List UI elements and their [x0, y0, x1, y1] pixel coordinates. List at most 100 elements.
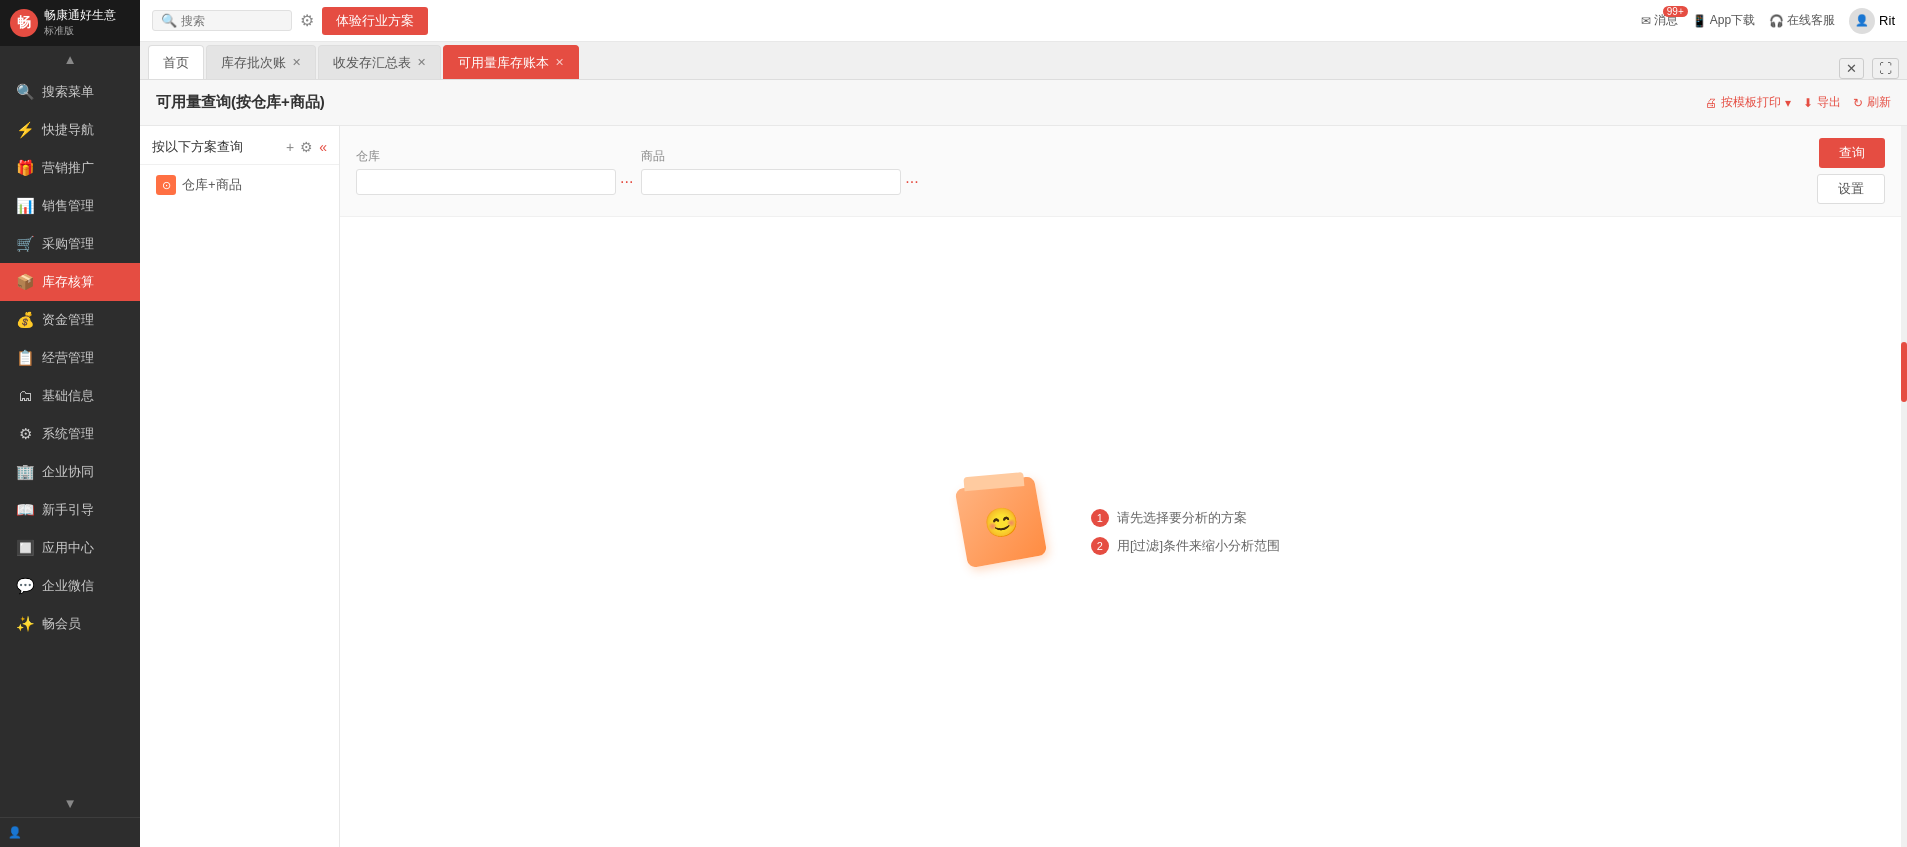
hint-item-1: 1 请先选择要分析的方案	[1091, 509, 1280, 527]
sidebar: 畅 畅康通好生意 标准版 ▲ 🔍 搜索菜单 ⚡ 快捷导航 🎁 营销推广 📊 销售…	[0, 0, 140, 847]
sidebar-item-operations[interactable]: 📋 经营管理	[0, 339, 140, 377]
print-icon: 🖨	[1705, 96, 1717, 110]
tab-summary-close[interactable]: ✕	[417, 56, 426, 69]
sidebar-footer-user: 👤	[8, 826, 22, 839]
refresh-btn[interactable]: ↻ 刷新	[1853, 94, 1891, 111]
goods-more-btn[interactable]: ···	[905, 173, 918, 191]
filter-collapse-btn[interactable]: «	[319, 139, 327, 155]
system-icon: ⚙	[16, 425, 34, 443]
empty-hints: 1 请先选择要分析的方案 2 用[过滤]条件来缩小分析范围	[1091, 509, 1280, 555]
headset-icon: 🎧	[1769, 14, 1784, 28]
tab-close-all-btn[interactable]: ✕	[1839, 58, 1864, 79]
filter-item-warehouse-goods[interactable]: ⊙ 仓库+商品	[140, 165, 339, 205]
tabbar-right: ✕ ⛶	[581, 58, 1907, 79]
tab-available[interactable]: 可用量库存账本 ✕	[443, 45, 579, 79]
warehouse-input[interactable]	[356, 169, 616, 195]
page-title: 可用量查询(按仓库+商品)	[156, 93, 325, 112]
phone-icon: 📱	[1692, 14, 1707, 28]
box-face-icon: 😊	[981, 503, 1021, 542]
refresh-icon: ↻	[1853, 96, 1863, 110]
filter-panel-title: 按以下方案查询	[152, 138, 243, 156]
tabbar: 首页 库存批次账 ✕ 收发存汇总表 ✕ 可用量库存账本 ✕ ✕ ⛶	[140, 42, 1907, 80]
topbar-search-icon: 🔍	[161, 13, 177, 28]
topbar-search-box[interactable]: 🔍	[152, 10, 292, 31]
search-bar: 仓库 ··· 商品 ··· 查询	[340, 126, 1901, 217]
main-area: 🔍 ⚙ 体验行业方案 ✉ 消息 99+ 📱 App下载 🎧 在线客服 👤 Rit	[140, 0, 1907, 847]
filter-settings-btn[interactable]: ⚙	[300, 139, 313, 155]
main-content: 仓库 ··· 商品 ··· 查询	[340, 126, 1901, 847]
sidebar-item-member[interactable]: ✨ 畅会员	[0, 605, 140, 643]
topbar-search-input[interactable]	[181, 14, 281, 28]
tab-summary[interactable]: 收发存汇总表 ✕	[318, 45, 441, 79]
sidebar-item-finance[interactable]: 💰 资金管理	[0, 301, 140, 339]
sidebar-item-newbie[interactable]: 📖 新手引导	[0, 491, 140, 529]
page-header: 可用量查询(按仓库+商品) 🖨 按模板打印 ▾ ⬇ 导出 ↻ 刷新	[140, 80, 1907, 126]
hint-text-1: 请先选择要分析的方案	[1117, 509, 1247, 527]
message-btn[interactable]: ✉ 消息 99+	[1641, 12, 1678, 29]
sidebar-footer: 👤	[0, 817, 140, 847]
tab-available-close[interactable]: ✕	[555, 56, 564, 69]
app-download-btn[interactable]: 📱 App下载	[1692, 12, 1755, 29]
print-template-btn[interactable]: 🖨 按模板打印 ▾	[1705, 94, 1791, 111]
query-btn[interactable]: 查询	[1819, 138, 1885, 168]
tab-batch-close[interactable]: ✕	[292, 56, 301, 69]
sidebar-item-enterprise[interactable]: 🏢 企业协同	[0, 453, 140, 491]
member-icon: ✨	[16, 615, 34, 633]
app-title: 畅康通好生意	[44, 8, 116, 24]
sidebar-scroll-down[interactable]: ▼	[0, 790, 140, 817]
user-name: Rit	[1879, 13, 1895, 28]
content-area: 按以下方案查询 + ⚙ « ⊙ 仓库+商品 仓库	[140, 126, 1907, 847]
message-badge: 99+	[1663, 6, 1688, 17]
app-logo: 畅	[10, 9, 38, 37]
finance-icon: 💰	[16, 311, 34, 329]
warehouse-more-btn[interactable]: ···	[620, 173, 633, 191]
goods-label: 商品	[641, 148, 918, 165]
filter-panel-actions: + ⚙ «	[286, 139, 327, 155]
tab-home[interactable]: 首页	[148, 45, 204, 79]
sidebar-item-marketing[interactable]: 🎁 营销推广	[0, 149, 140, 187]
warehouse-field: 仓库 ···	[356, 148, 633, 195]
sidebar-item-search[interactable]: 🔍 搜索菜单	[0, 73, 140, 111]
marketing-icon: 🎁	[16, 159, 34, 177]
app-subtitle: 标准版	[44, 24, 116, 38]
tab-batch[interactable]: 库存批次账 ✕	[206, 45, 316, 79]
sidebar-scroll-area: 🔍 搜索菜单 ⚡ 快捷导航 🎁 营销推广 📊 销售管理 🛒 采购管理 📦 库存核…	[0, 73, 140, 790]
field-settings-btn[interactable]: 设置	[1817, 174, 1885, 204]
empty-box-illustration: 😊	[955, 476, 1048, 569]
message-icon: ✉	[1641, 14, 1651, 28]
user-btn[interactable]: 👤 Rit	[1849, 8, 1895, 34]
sidebar-scroll-up[interactable]: ▲	[0, 46, 140, 73]
export-btn[interactable]: ⬇ 导出	[1803, 94, 1841, 111]
topbar: 🔍 ⚙ 体验行业方案 ✉ 消息 99+ 📱 App下载 🎧 在线客服 👤 Rit	[140, 0, 1907, 42]
hint-item-2: 2 用[过滤]条件来缩小分析范围	[1091, 537, 1280, 555]
sidebar-item-purchase[interactable]: 🛒 采购管理	[0, 225, 140, 263]
sidebar-item-shortcut[interactable]: ⚡ 快捷导航	[0, 111, 140, 149]
empty-image: 😊	[961, 482, 1061, 582]
filter-panel-header: 按以下方案查询 + ⚙ «	[140, 138, 339, 165]
sidebar-item-sales[interactable]: 📊 销售管理	[0, 187, 140, 225]
search-nav-icon: 🔍	[16, 83, 34, 101]
sidebar-item-app-center[interactable]: 🔲 应用中心	[0, 529, 140, 567]
shortcut-icon: ⚡	[16, 121, 34, 139]
purchase-icon: 🛒	[16, 235, 34, 253]
sidebar-item-wechat[interactable]: 💬 企业微信	[0, 567, 140, 605]
right-scrollbar[interactable]	[1901, 126, 1907, 847]
sidebar-item-system[interactable]: ⚙ 系统管理	[0, 415, 140, 453]
trial-btn[interactable]: 体验行业方案	[322, 7, 428, 35]
topbar-gear-icon[interactable]: ⚙	[300, 11, 314, 30]
sidebar-item-basic[interactable]: 🗂 基础信息	[0, 377, 140, 415]
search-group: 仓库 ··· 商品 ···	[356, 148, 1797, 195]
operations-icon: 📋	[16, 349, 34, 367]
sidebar-item-inventory[interactable]: 📦 库存核算	[0, 263, 140, 301]
page-header-actions: 🖨 按模板打印 ▾ ⬇ 导出 ↻ 刷新	[1705, 94, 1891, 111]
filter-add-btn[interactable]: +	[286, 139, 294, 155]
goods-input[interactable]	[641, 169, 901, 195]
wechat-icon: 💬	[16, 577, 34, 595]
user-avatar-small: 👤	[8, 826, 22, 839]
hint-num-2: 2	[1091, 537, 1109, 555]
online-service-btn[interactable]: 🎧 在线客服	[1769, 12, 1835, 29]
hint-num-1: 1	[1091, 509, 1109, 527]
filter-panel: 按以下方案查询 + ⚙ « ⊙ 仓库+商品	[140, 126, 340, 847]
tab-expand-btn[interactable]: ⛶	[1872, 58, 1899, 79]
hint-text-2: 用[过滤]条件来缩小分析范围	[1117, 537, 1280, 555]
